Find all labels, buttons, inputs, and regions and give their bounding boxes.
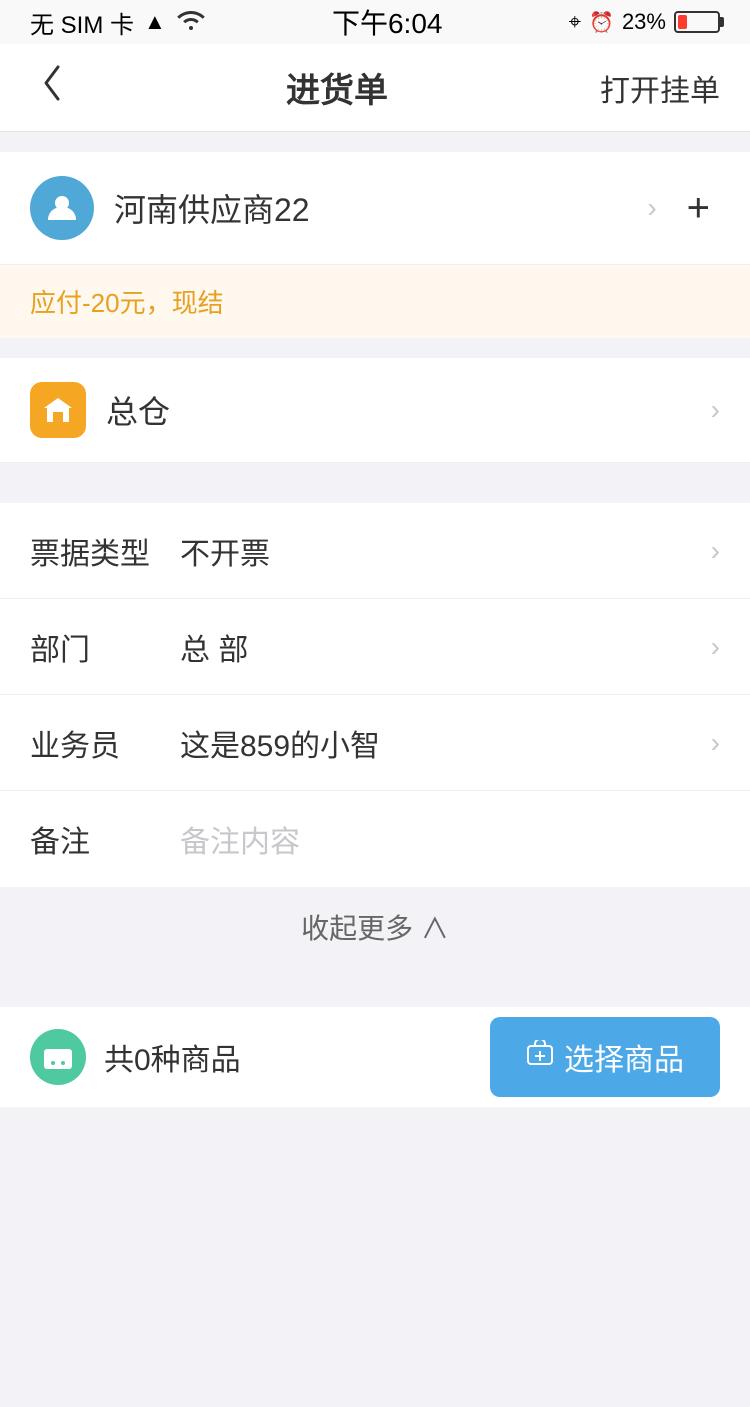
supplier-row[interactable]: 河南供应商22 › + <box>0 152 750 265</box>
select-product-button[interactable]: 选择商品 <box>490 1017 720 1097</box>
collapse-button[interactable]: 收起更多 ∧ <box>0 887 750 967</box>
page-title: 进货单 <box>286 63 388 112</box>
status-right: ⌖ ⏰ 23% <box>569 9 720 35</box>
open-pending-button[interactable]: 打开挂单 <box>600 66 720 110</box>
salesman-value: 这是859的小智 <box>170 721 711 765</box>
invoice-type-label: 票据类型 <box>30 529 170 573</box>
add-button[interactable]: + <box>677 186 720 231</box>
supplier-avatar <box>30 176 94 240</box>
warehouse-row[interactable]: 总仓 › <box>0 358 750 463</box>
invoice-type-value: 不开票 <box>170 529 711 573</box>
remark-input[interactable]: 备注内容 <box>170 817 720 861</box>
salesman-chevron-icon: › <box>711 727 720 759</box>
status-left: 无 SIM 卡 ▲ <box>30 5 206 40</box>
cart-icon <box>42 1041 74 1073</box>
warehouse-name: 总仓 <box>106 387 711 433</box>
carrier-label: 无 SIM 卡 <box>30 5 134 40</box>
notice-banner: 应付-20元，现结 <box>0 265 750 338</box>
department-label: 部门 <box>30 625 170 669</box>
home-icon <box>42 394 74 426</box>
section-divider-2 <box>0 338 750 358</box>
battery-percent: 23% <box>622 9 666 35</box>
nav-bar: 进货单 打开挂单 <box>0 44 750 132</box>
alarm-icon: ⏰ <box>589 10 614 35</box>
battery-icon <box>674 11 720 33</box>
invoice-type-row[interactable]: 票据类型 不开票 › <box>0 503 750 599</box>
invoice-chevron-icon: › <box>711 535 720 567</box>
department-chevron-icon: › <box>711 631 720 663</box>
form-section: 票据类型 不开票 › 部门 总 部 › 业务员 这是859的小智 › 备注 备注… <box>0 503 750 887</box>
warehouse-icon <box>30 382 86 438</box>
collapse-label: 收起更多 ∧ <box>301 907 449 947</box>
product-icon <box>30 1029 86 1085</box>
remark-label: 备注 <box>30 817 170 861</box>
select-product-label: 选择商品 <box>564 1035 684 1079</box>
select-product-icon <box>526 1040 554 1075</box>
wifi-icon <box>176 8 206 36</box>
page-background <box>0 1107 750 1407</box>
remark-row[interactable]: 备注 备注内容 <box>0 791 750 887</box>
signal-icon: ▲ <box>144 9 166 35</box>
section-divider-1 <box>0 132 750 152</box>
bottom-bar: 共0种商品 选择商品 <box>0 1007 750 1107</box>
salesman-label: 业务员 <box>30 721 170 765</box>
product-count-label: 共0种商品 <box>104 1035 490 1079</box>
supplier-section: 河南供应商22 › + 应付-20元，现结 <box>0 152 750 338</box>
department-value: 总 部 <box>170 625 711 669</box>
section-divider-4 <box>0 967 750 987</box>
warehouse-chevron-icon: › <box>711 394 720 426</box>
back-button[interactable] <box>30 53 74 122</box>
department-row[interactable]: 部门 总 部 › <box>0 599 750 695</box>
section-divider-3 <box>0 463 750 483</box>
supplier-chevron-icon: › <box>647 192 656 224</box>
location-icon: ⌖ <box>569 9 581 35</box>
warehouse-section: 总仓 › <box>0 358 750 463</box>
salesman-row[interactable]: 业务员 这是859的小智 › <box>0 695 750 791</box>
supplier-name: 河南供应商22 <box>114 185 647 231</box>
status-bar: 无 SIM 卡 ▲ 下午6:04 ⌖ ⏰ 23% <box>0 0 750 44</box>
user-icon <box>44 190 80 226</box>
time-label: 下午6:04 <box>332 2 443 42</box>
